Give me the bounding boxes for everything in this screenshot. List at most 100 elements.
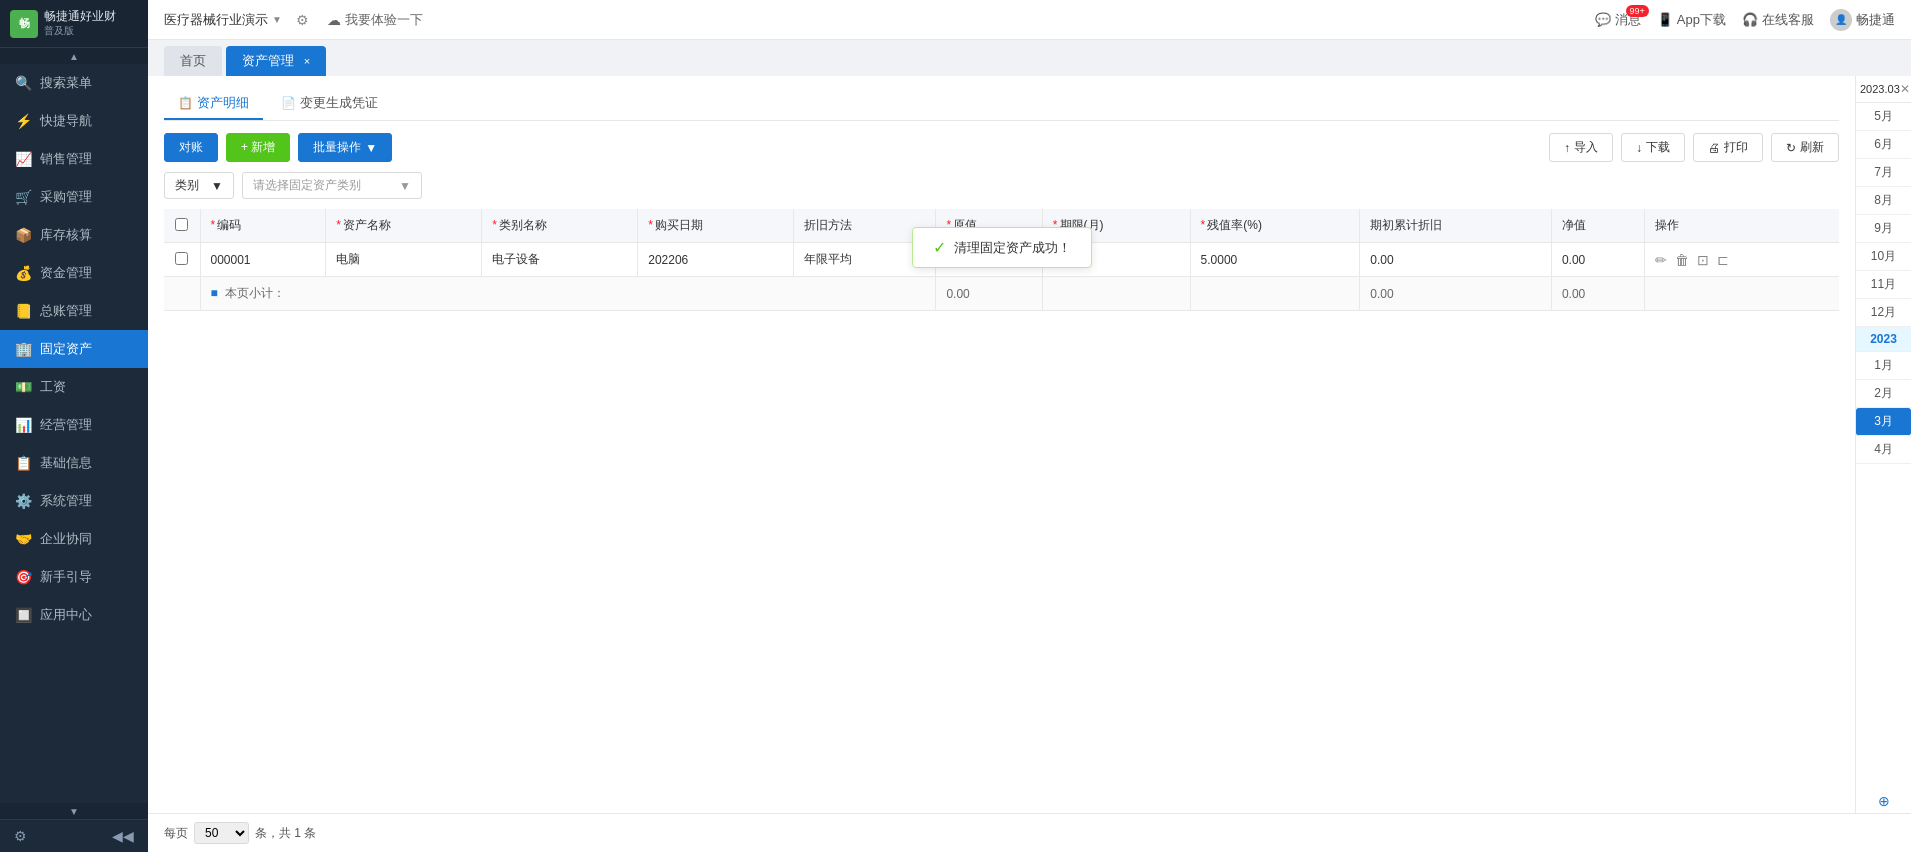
calendar-month-11[interactable]: 11月 <box>1856 271 1911 299</box>
calendar-month-7[interactable]: 7月 <box>1856 159 1911 187</box>
more-icon[interactable]: ⊏ <box>1717 252 1729 268</box>
sidebar-item-label: 经营管理 <box>40 416 92 434</box>
sidebar-item-finance[interactable]: 💰 资金管理 <box>0 254 148 292</box>
calendar-year-2023: 2023 <box>1856 327 1911 352</box>
sidebar-item-label: 资金管理 <box>40 264 92 282</box>
download-button[interactable]: ↓ 下载 <box>1621 133 1685 162</box>
calendar-month-4[interactable]: 4月 <box>1856 436 1911 464</box>
cell-name: 电脑 <box>326 243 482 277</box>
settings-icon[interactable]: ⚙ <box>14 828 27 844</box>
sidebar-item-label: 应用中心 <box>40 606 92 624</box>
sidebar-item-label: 快捷导航 <box>40 112 92 130</box>
new-button[interactable]: + 新增 <box>226 133 290 162</box>
sidebar-item-general-ledger[interactable]: 📒 总账管理 <box>0 292 148 330</box>
customer-service-btn[interactable]: 🎧 在线客服 <box>1742 11 1814 29</box>
calendar-month-3-current[interactable]: 3月 <box>1856 408 1911 436</box>
company-selector[interactable]: 医疗器械行业演示 ▼ <box>164 11 282 29</box>
subtotal-period <box>1042 277 1190 311</box>
row-checkbox[interactable] <box>175 252 188 265</box>
tab-close-icon[interactable]: × <box>304 55 310 67</box>
sidebar-item-purchase[interactable]: 🛒 采购管理 <box>0 178 148 216</box>
sidebar-item-search[interactable]: 🔍 搜索菜单 <box>0 64 148 102</box>
copy-icon[interactable]: ⊡ <box>1697 252 1709 268</box>
user-profile-btn[interactable]: 👤 畅捷通 <box>1830 9 1895 31</box>
collapse-icon[interactable]: ◀◀ <box>112 828 134 844</box>
header-code: *编码 <box>200 209 326 243</box>
app-download-btn[interactable]: 📱 App下载 <box>1657 11 1726 29</box>
sidebar-item-label: 采购管理 <box>40 188 92 206</box>
app-center-icon: 🔲 <box>14 607 32 623</box>
select-all-checkbox[interactable] <box>175 218 188 231</box>
operations-icon: 📊 <box>14 417 32 433</box>
print-label: 打印 <box>1724 139 1748 156</box>
calendar-month-10[interactable]: 10月 <box>1856 243 1911 271</box>
sidebar-item-quick-nav[interactable]: ⚡ 快捷导航 <box>0 102 148 140</box>
export-icon: ↑ <box>1564 141 1570 155</box>
sidebar-scroll-up[interactable]: ▲ <box>0 48 148 64</box>
message-btn[interactable]: 💬 消息 99+ <box>1595 11 1641 29</box>
topbar-gear-icon[interactable]: ⚙ <box>296 12 309 28</box>
sidebar-item-system[interactable]: ⚙️ 系统管理 <box>0 482 148 520</box>
sidebar-item-payroll[interactable]: 💵 工资 <box>0 368 148 406</box>
finance-icon: 💰 <box>14 265 32 281</box>
calendar-month-6[interactable]: 6月 <box>1856 131 1911 159</box>
cell-net-value: 0.00 <box>1551 243 1644 277</box>
calendar-month-2[interactable]: 2月 <box>1856 380 1911 408</box>
sidebar-scroll-down[interactable]: ▼ <box>0 803 148 819</box>
headset-icon: 🎧 <box>1742 12 1758 27</box>
payroll-icon: 💵 <box>14 379 32 395</box>
customer-service-label: 在线客服 <box>1762 11 1814 29</box>
tab-bar: 首页 资产管理 × <box>148 40 1911 76</box>
edit-icon[interactable]: ✏ <box>1655 252 1667 268</box>
fixed-assets-icon: 🏢 <box>14 341 32 357</box>
category-type-filter[interactable]: 请选择固定资产类别 ▼ <box>242 172 422 199</box>
export-button[interactable]: ↑ 导入 <box>1549 133 1613 162</box>
close-panel-icon[interactable]: ✕ <box>1900 82 1910 96</box>
refresh-label: 刷新 <box>1800 139 1824 156</box>
sidebar-item-label: 搜索菜单 <box>40 74 92 92</box>
batch-button[interactable]: 批量操作 ▼ <box>298 133 392 162</box>
sub-tab-asset-detail[interactable]: 📋 资产明细 <box>164 88 263 120</box>
subtotal-icon: ■ <box>211 286 218 300</box>
refresh-icon: ↻ <box>1786 141 1796 155</box>
toolbar: 对账 + 新增 批量操作 ▼ ↑ 导入 ↓ 下载 <box>164 133 1839 162</box>
refresh-button[interactable]: ↻ 刷新 <box>1771 133 1839 162</box>
system-icon: ⚙️ <box>14 493 32 509</box>
download-label: 下载 <box>1646 139 1670 156</box>
tab-home[interactable]: 首页 <box>164 46 222 76</box>
sidebar-item-enterprise[interactable]: 🤝 企业协同 <box>0 520 148 558</box>
sidebar-item-operations[interactable]: 📊 经营管理 <box>0 406 148 444</box>
asset-table-wrapper: ✓ 清理固定资产成功！ *编码 *资产名称 *类别名称 *购买日期 <box>164 209 1839 801</box>
calendar-month-1[interactable]: 1月 <box>1856 352 1911 380</box>
sidebar-item-basic-info[interactable]: 📋 基础信息 <box>0 444 148 482</box>
sidebar-item-fixed-assets[interactable]: 🏢 固定资产 <box>0 330 148 368</box>
header-category: *类别名称 <box>482 209 638 243</box>
sidebar-item-sales[interactable]: 📈 销售管理 <box>0 140 148 178</box>
calendar-month-9[interactable]: 9月 <box>1856 215 1911 243</box>
pagination-bar: 每页 50 100 200 条，共 1 条 <box>148 813 1911 852</box>
calendar-month-5[interactable]: 5月 <box>1856 103 1911 131</box>
sidebar-item-app-center[interactable]: 🔲 应用中心 <box>0 596 148 634</box>
print-button[interactable]: 🖨 打印 <box>1693 133 1763 162</box>
inventory-icon: 📦 <box>14 227 32 243</box>
batch-label: 批量操作 <box>313 139 361 156</box>
per-page-select[interactable]: 50 100 200 <box>194 822 249 844</box>
category-filter[interactable]: 类别 ▼ <box>164 172 234 199</box>
calendar-month-12[interactable]: 12月 <box>1856 299 1911 327</box>
print-icon: 🖨 <box>1708 141 1720 155</box>
reconcile-button[interactable]: 对账 <box>164 133 218 162</box>
tab-asset-mgmt[interactable]: 资产管理 × <box>226 46 326 76</box>
sidebar-item-guide[interactable]: 🎯 新手引导 <box>0 558 148 596</box>
calendar-month-8[interactable]: 8月 <box>1856 187 1911 215</box>
header-checkbox-cell <box>164 209 200 243</box>
delete-icon[interactable]: 🗑 <box>1675 252 1689 268</box>
calendar-year-label: 2023.03 <box>1860 83 1900 95</box>
basic-info-icon: 📋 <box>14 455 32 471</box>
main-area: 医疗器械行业演示 ▼ ⚙ ☁ 我要体验一下 💬 消息 99+ 📱 App下载 🎧… <box>148 0 1911 852</box>
sidebar-item-inventory[interactable]: 📦 库存核算 <box>0 216 148 254</box>
experience-btn[interactable]: ☁ 我要体验一下 <box>327 11 423 29</box>
calendar-down-icon[interactable]: ⊕ <box>1878 793 1890 809</box>
sub-tab-change-voucher[interactable]: 📄 变更生成凭证 <box>267 88 392 120</box>
tab-home-label: 首页 <box>180 53 206 68</box>
sidebar-item-label: 新手引导 <box>40 568 92 586</box>
